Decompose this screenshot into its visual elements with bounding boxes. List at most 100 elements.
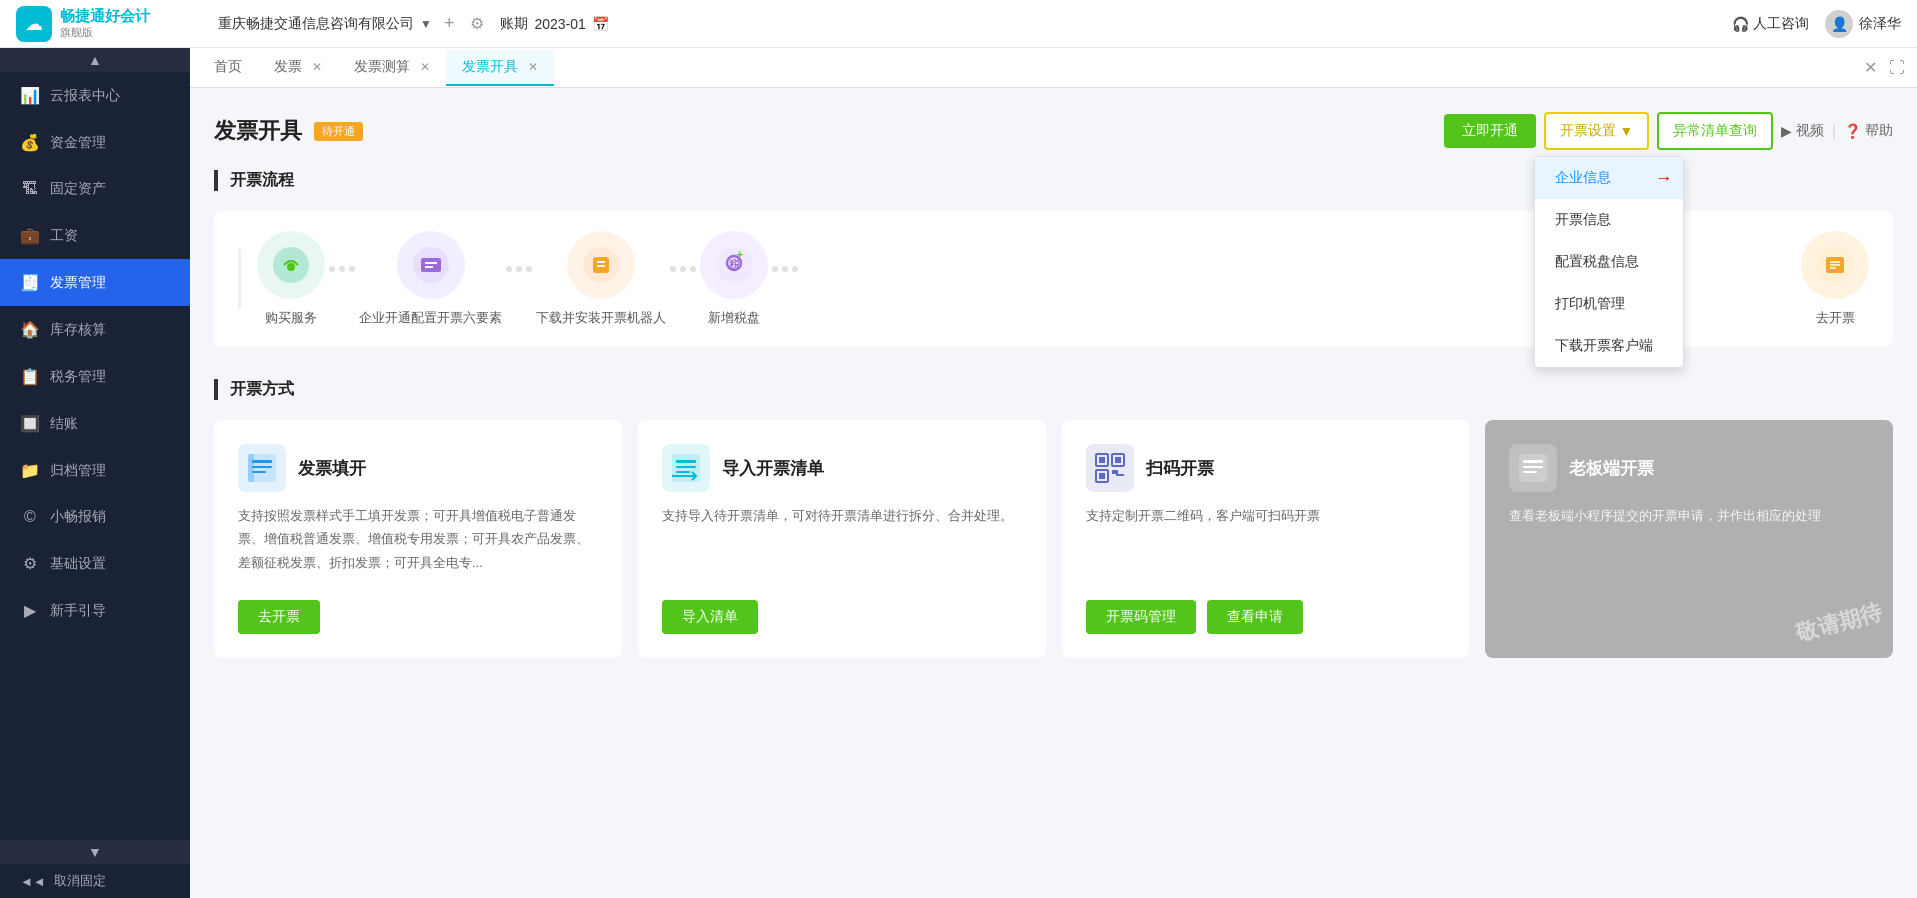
top-bar: ☁ 畅捷通好会计 旗舰版 重庆畅捷交通信息咨询有限公司 ▼ + ⚙ 账期 202… xyxy=(0,0,1917,48)
video-button[interactable]: ▶ 视频 xyxy=(1781,122,1824,140)
sidebar-scroll-up[interactable]: ▲ xyxy=(0,48,190,72)
support-button[interactable]: 🎧 人工咨询 xyxy=(1732,15,1809,33)
user-avatar: 👤 xyxy=(1825,10,1853,38)
dropdown-label: 下载开票客户端 xyxy=(1555,337,1653,353)
sidebar-item-label: 发票管理 xyxy=(50,274,106,292)
sidebar-item-kucun[interactable]: 🏠 库存核算 xyxy=(0,306,190,353)
zijin-icon: 💰 xyxy=(20,133,40,152)
flow-step-4-label: 新增税盘 xyxy=(708,309,760,327)
sidebar-item-guidang[interactable]: 📁 归档管理 xyxy=(0,447,190,494)
svg-rect-26 xyxy=(676,460,696,463)
flow-step-3-label: 下载并安装开票机器人 xyxy=(536,309,666,327)
help-icon: ❓ xyxy=(1844,123,1861,139)
flow-step-5-label: 去开票 xyxy=(1816,309,1855,327)
method-fill-button[interactable]: 去开票 xyxy=(238,600,320,634)
tab-fapiao-kaiju[interactable]: 发票开具 ✕ xyxy=(446,50,554,86)
svg-rect-10 xyxy=(597,265,605,267)
method-scan-button2[interactable]: 查看申请 xyxy=(1207,600,1303,634)
sidebar-item-label: 基础设置 xyxy=(50,555,106,573)
tab-fapiao-kaiju-label: 发票开具 xyxy=(462,58,518,76)
sidebar-item-shuiwu[interactable]: 📋 税务管理 xyxy=(0,353,190,400)
dropdown-item-printer[interactable]: 打印机管理 xyxy=(1535,283,1683,325)
flow-step-2: 企业开通配置开票六要素 xyxy=(359,231,502,327)
company-selector[interactable]: 重庆畅捷交通信息咨询有限公司 ▼ xyxy=(218,15,432,33)
sidebar-item-fapiao[interactable]: 🧾 发票管理 xyxy=(0,259,190,306)
svg-rect-37 xyxy=(1116,470,1118,476)
tab-fapiao-cesuan-close[interactable]: ✕ xyxy=(420,60,430,74)
calendar-icon[interactable]: 📅 xyxy=(592,16,609,32)
abnormal-label: 异常清单查询 xyxy=(1673,122,1757,140)
method-scan-desc: 支持定制开票二维码，客户端可扫码开票 xyxy=(1086,504,1446,584)
user-name: 徐泽华 xyxy=(1859,15,1901,33)
abnormal-button[interactable]: 异常清单查询 xyxy=(1657,112,1773,150)
method-boss-desc: 查看老板端小程序提交的开票申请，并作出相应的处理 xyxy=(1509,504,1869,584)
svg-text:+: + xyxy=(287,258,295,274)
method-import-title: 导入开票清单 xyxy=(722,457,824,480)
method-import-button[interactable]: 导入清单 xyxy=(662,600,758,634)
tab-fapiao-close[interactable]: ✕ xyxy=(312,60,322,74)
sidebar-item-jiezhang[interactable]: 🔲 结账 xyxy=(0,400,190,447)
svg-rect-24 xyxy=(248,454,254,482)
svg-rect-4 xyxy=(421,258,441,272)
flow-dots-3 xyxy=(670,266,696,292)
sidebar-item-label: 税务管理 xyxy=(50,368,106,386)
sidebar-cancel-pin[interactable]: ◄◄ 取消固定 xyxy=(0,864,190,898)
sidebar-item-label: 库存核算 xyxy=(50,321,106,339)
user-info[interactable]: 👤 徐泽华 xyxy=(1825,10,1901,38)
cancel-pin-label: 取消固定 xyxy=(54,872,106,890)
sidebar-scroll-down[interactable]: ▼ xyxy=(0,840,190,864)
flow-step-5-icon xyxy=(1801,231,1869,299)
page-content: 发票开具 待开通 立即开通 开票设置 ▼ 异常清单查询 ▶ xyxy=(190,88,1917,898)
sidebar-item-gudingzichan[interactable]: 🏗 固定资产 xyxy=(0,166,190,212)
dropdown-item-download[interactable]: 下载开票客户端 xyxy=(1535,325,1683,367)
tab-fapiao-cesuan[interactable]: 发票测算 ✕ xyxy=(338,50,446,86)
tab-fapiao-label: 发票 xyxy=(274,58,302,76)
sidebar-item-gongzi[interactable]: 💼 工资 xyxy=(0,212,190,259)
dropdown-label: 打印机管理 xyxy=(1555,295,1625,311)
settings-button[interactable]: 开票设置 ▼ xyxy=(1544,112,1650,150)
dropdown-item-kaipiaoxinxi[interactable]: 开票信息 xyxy=(1535,199,1683,241)
sidebar-item-yunbaobiao[interactable]: 📊 云报表中心 xyxy=(0,72,190,119)
sidebar-item-zijin[interactable]: 💰 资金管理 xyxy=(0,119,190,166)
settings-label: 开票设置 xyxy=(1560,122,1616,140)
method-scan-header: 扫码开票 xyxy=(1086,444,1446,492)
jichushezhi-icon: ⚙ xyxy=(20,554,40,573)
logo-sub: 旗舰版 xyxy=(60,25,150,40)
sidebar-item-label: 固定资产 xyxy=(50,180,106,198)
period-value: 2023-01 xyxy=(534,16,585,32)
sidebar-item-xinshou[interactable]: ▶ 新手引导 xyxy=(0,587,190,634)
method-fill-header: 发票填开 xyxy=(238,444,598,492)
activate-button[interactable]: 立即开通 xyxy=(1444,114,1536,148)
avatar-icon: 👤 xyxy=(1831,16,1848,32)
shuiwu-icon: 📋 xyxy=(20,367,40,386)
logo-area: ☁ 畅捷通好会计 旗舰版 xyxy=(16,6,206,42)
logo-text: 畅捷通好会计 xyxy=(60,7,150,25)
tab-bar: 首页 发票 ✕ 发票测算 ✕ 发票开具 ✕ ✕ ⛶ xyxy=(190,48,1917,88)
sidebar-item-label: 结账 xyxy=(50,415,78,433)
logo-icon: ☁ xyxy=(16,6,52,42)
flow-step-4: 税 + 新增税盘 xyxy=(700,231,768,327)
method-import-header: 导入开票清单 xyxy=(662,444,1022,492)
company-dropdown-arrow: ▼ xyxy=(420,17,432,31)
settings-icon[interactable]: ⚙ xyxy=(470,14,484,33)
dropdown-item-peizhi[interactable]: 配置税盘信息 xyxy=(1535,241,1683,283)
tab-maximize[interactable]: ⛶ xyxy=(1885,55,1909,81)
svg-rect-9 xyxy=(597,261,605,263)
dropdown-item-qiyexinxi[interactable]: → 企业信息 xyxy=(1535,157,1683,199)
help-button[interactable]: ❓ 帮助 xyxy=(1844,122,1893,140)
sidebar-item-label: 归档管理 xyxy=(50,462,106,480)
status-badge: 待开通 xyxy=(314,122,363,141)
method-import-icon xyxy=(662,444,710,492)
tab-fapiao[interactable]: 发票 ✕ xyxy=(258,50,338,86)
svg-rect-39 xyxy=(1523,460,1543,463)
svg-rect-34 xyxy=(1099,473,1105,479)
method-scan-button1[interactable]: 开票码管理 xyxy=(1086,600,1196,634)
tab-fapiao-kaiju-close[interactable]: ✕ xyxy=(528,60,538,74)
help-label: 帮助 xyxy=(1865,122,1893,140)
sidebar-item-xiaochang[interactable]: © 小畅报销 xyxy=(0,494,190,540)
add-company-btn[interactable]: + xyxy=(444,13,455,34)
tab-home[interactable]: 首页 xyxy=(198,50,258,86)
tab-close-all[interactable]: ✕ xyxy=(1860,54,1881,81)
gudingzichan-icon: 🏗 xyxy=(20,180,40,198)
sidebar-item-jichushezhi[interactable]: ⚙ 基础设置 xyxy=(0,540,190,587)
